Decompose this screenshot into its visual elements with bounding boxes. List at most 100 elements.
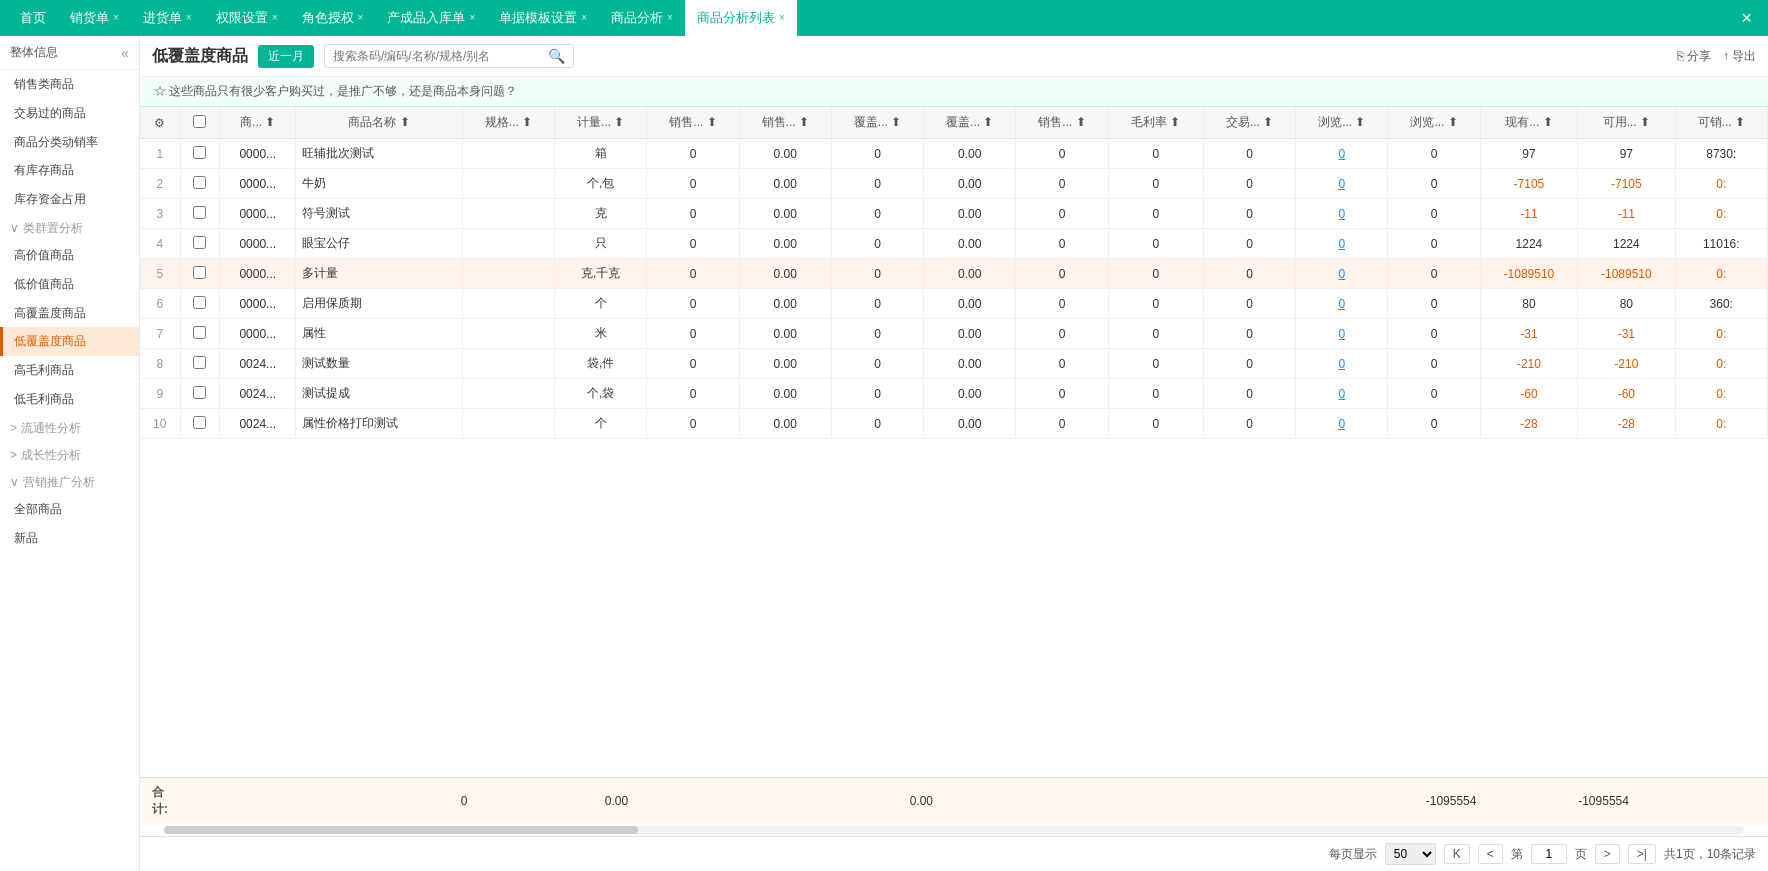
row-browse1[interactable]: 0	[1296, 199, 1388, 229]
first-page-button[interactable]: K	[1444, 844, 1470, 864]
sidebar-item-low-margin[interactable]: 低毛利商品	[0, 385, 139, 414]
row-browse1[interactable]: 0	[1296, 169, 1388, 199]
row-select-checkbox[interactable]	[193, 386, 206, 399]
th-browse2[interactable]: 浏览... ⬆	[1388, 107, 1480, 139]
row-select-checkbox[interactable]	[193, 356, 206, 369]
info-banner: ☆ 这些商品只有很少客户购买过，是推广不够，还是商品本身问题？	[140, 77, 1768, 107]
row-checkbox[interactable]	[180, 169, 220, 199]
filter-recent-month-button[interactable]: 近一月	[258, 45, 314, 68]
sidebar-item-high-margin[interactable]: 高毛利商品	[0, 356, 139, 385]
nav-close-all[interactable]: ×	[1733, 8, 1760, 29]
row-select-checkbox[interactable]	[193, 236, 206, 249]
th-cov1[interactable]: 覆盖... ⬆	[831, 107, 923, 139]
search-icon[interactable]: 🔍	[548, 48, 565, 64]
nav-tab-warehouse[interactable]: 产成品入库单 ×	[375, 0, 487, 36]
th-sales2[interactable]: 销售... ⬆	[739, 107, 831, 139]
nav-tab-home[interactable]: 首页	[8, 0, 58, 36]
th-sales3[interactable]: 销售... ⬆	[1016, 107, 1108, 139]
row-browse1[interactable]: 0	[1296, 259, 1388, 289]
row-select-checkbox[interactable]	[193, 296, 206, 309]
th-cov2[interactable]: 覆盖... ⬆	[924, 107, 1016, 139]
row-browse1[interactable]: 0	[1296, 379, 1388, 409]
row-select-checkbox[interactable]	[193, 326, 206, 339]
row-browse1[interactable]: 0	[1296, 229, 1388, 259]
row-checkbox[interactable]	[180, 409, 220, 439]
nav-tab-purchase[interactable]: 进货单 ×	[131, 0, 204, 36]
row-select-checkbox[interactable]	[193, 266, 206, 279]
row-browse1[interactable]: 0	[1296, 319, 1388, 349]
sidebar-item-low-value[interactable]: 低价值商品	[0, 270, 139, 299]
th-checkbox[interactable]	[180, 107, 220, 139]
search-input[interactable]	[333, 49, 544, 63]
th-settings[interactable]: ⚙	[140, 107, 180, 139]
row-browse1[interactable]: 0	[1296, 349, 1388, 379]
th-browse1[interactable]: 浏览... ⬆	[1296, 107, 1388, 139]
sidebar-item-category-rate[interactable]: 商品分类动销率	[0, 128, 139, 157]
sidebar-item-stock-fund[interactable]: 库存资金占用	[0, 185, 139, 214]
th-available[interactable]: 可用... ⬆	[1578, 107, 1675, 139]
prev-page-button[interactable]: <	[1478, 844, 1503, 864]
nav-tab-permissions[interactable]: 权限设置 ×	[204, 0, 290, 36]
nav-tab-analysis-list[interactable]: 商品分析列表 ×	[685, 0, 797, 36]
th-trade[interactable]: 交易... ⬆	[1203, 107, 1295, 139]
th-spec[interactable]: 规格... ⬆	[462, 107, 554, 139]
row-browse1[interactable]: 0	[1296, 409, 1388, 439]
th-current[interactable]: 现有... ⬆	[1480, 107, 1577, 139]
row-checkbox[interactable]	[180, 259, 220, 289]
nav-tab-sales[interactable]: 销货单 ×	[58, 0, 131, 36]
th-sales1[interactable]: 销售... ⬆	[647, 107, 739, 139]
nav-tab-warehouse-close[interactable]: ×	[469, 0, 475, 36]
last-page-button[interactable]: >|	[1628, 844, 1656, 864]
nav-tab-roles-close[interactable]: ×	[358, 0, 364, 36]
nav-tab-purchase-close[interactable]: ×	[186, 0, 192, 36]
sidebar-section-marketing[interactable]: ∨ 营销推广分析	[0, 468, 139, 495]
row-checkbox[interactable]	[180, 379, 220, 409]
sidebar-item-traded-goods[interactable]: 交易过的商品	[0, 99, 139, 128]
nav-tab-roles[interactable]: 角色授权 ×	[290, 0, 376, 36]
nav-tab-analysis-close[interactable]: ×	[667, 0, 673, 36]
sidebar-collapse-button[interactable]: «	[121, 45, 129, 61]
sidebar-item-sales-goods[interactable]: 销售类商品	[0, 70, 139, 99]
row-select-checkbox[interactable]	[193, 206, 206, 219]
sidebar-item-high-coverage[interactable]: 高覆盖度商品	[0, 299, 139, 328]
nav-tab-sales-close[interactable]: ×	[113, 0, 119, 36]
nav-tab-analysis[interactable]: 商品分析 ×	[599, 0, 685, 36]
row-select-checkbox[interactable]	[193, 416, 206, 429]
horizontal-scrollbar[interactable]	[140, 824, 1768, 836]
sidebar-section-growth[interactable]: > 成长性分析	[0, 441, 139, 468]
next-page-button[interactable]: >	[1595, 844, 1620, 864]
export-button[interactable]: ↑ 导出	[1723, 48, 1756, 65]
sidebar-section-liquidity[interactable]: > 流通性分析	[0, 414, 139, 441]
row-select-checkbox[interactable]	[193, 146, 206, 159]
row-checkbox[interactable]	[180, 289, 220, 319]
select-all-checkbox[interactable]	[193, 115, 206, 128]
row-browse1[interactable]: 0	[1296, 139, 1388, 169]
nav-tab-templates-close[interactable]: ×	[581, 0, 587, 36]
th-name[interactable]: 商品名称 ⬆	[296, 107, 463, 139]
sidebar-item-all-goods[interactable]: 全部商品	[0, 495, 139, 524]
th-code[interactable]: 商... ⬆	[220, 107, 296, 139]
share-button[interactable]: ⎘ 分享	[1677, 48, 1711, 65]
row-browse1[interactable]: 0	[1296, 289, 1388, 319]
row-checkbox[interactable]	[180, 319, 220, 349]
sidebar-item-low-coverage[interactable]: 低覆盖度商品	[0, 327, 139, 356]
page-input[interactable]	[1531, 844, 1567, 864]
sidebar-item-high-value[interactable]: 高价值商品	[0, 241, 139, 270]
per-page-select[interactable]: 50 100 200	[1385, 843, 1436, 865]
nav-tab-templates[interactable]: 单据模板设置 ×	[487, 0, 599, 36]
row-checkbox[interactable]	[180, 139, 220, 169]
sidebar-item-new-goods[interactable]: 新品	[0, 524, 139, 553]
sidebar-section-cluster[interactable]: ∨ 类群置分析	[0, 214, 139, 241]
row-gross: 0	[1108, 349, 1203, 379]
th-sellable[interactable]: 可销... ⬆	[1675, 107, 1767, 139]
row-select-checkbox[interactable]	[193, 176, 206, 189]
th-gross[interactable]: 毛利率 ⬆	[1108, 107, 1203, 139]
nav-tab-analysis-list-close[interactable]: ×	[779, 0, 785, 36]
row-checkbox[interactable]	[180, 229, 220, 259]
content-area: 低覆盖度商品 近一月 🔍 ⎘ 分享 ↑ 导出 ☆ 这些商品只有很少客户购买过，是…	[140, 36, 1768, 871]
nav-tab-permissions-close[interactable]: ×	[272, 0, 278, 36]
row-checkbox[interactable]	[180, 199, 220, 229]
row-checkbox[interactable]	[180, 349, 220, 379]
th-unit[interactable]: 计量... ⬆	[555, 107, 647, 139]
sidebar-item-stock-goods[interactable]: 有库存商品	[0, 156, 139, 185]
